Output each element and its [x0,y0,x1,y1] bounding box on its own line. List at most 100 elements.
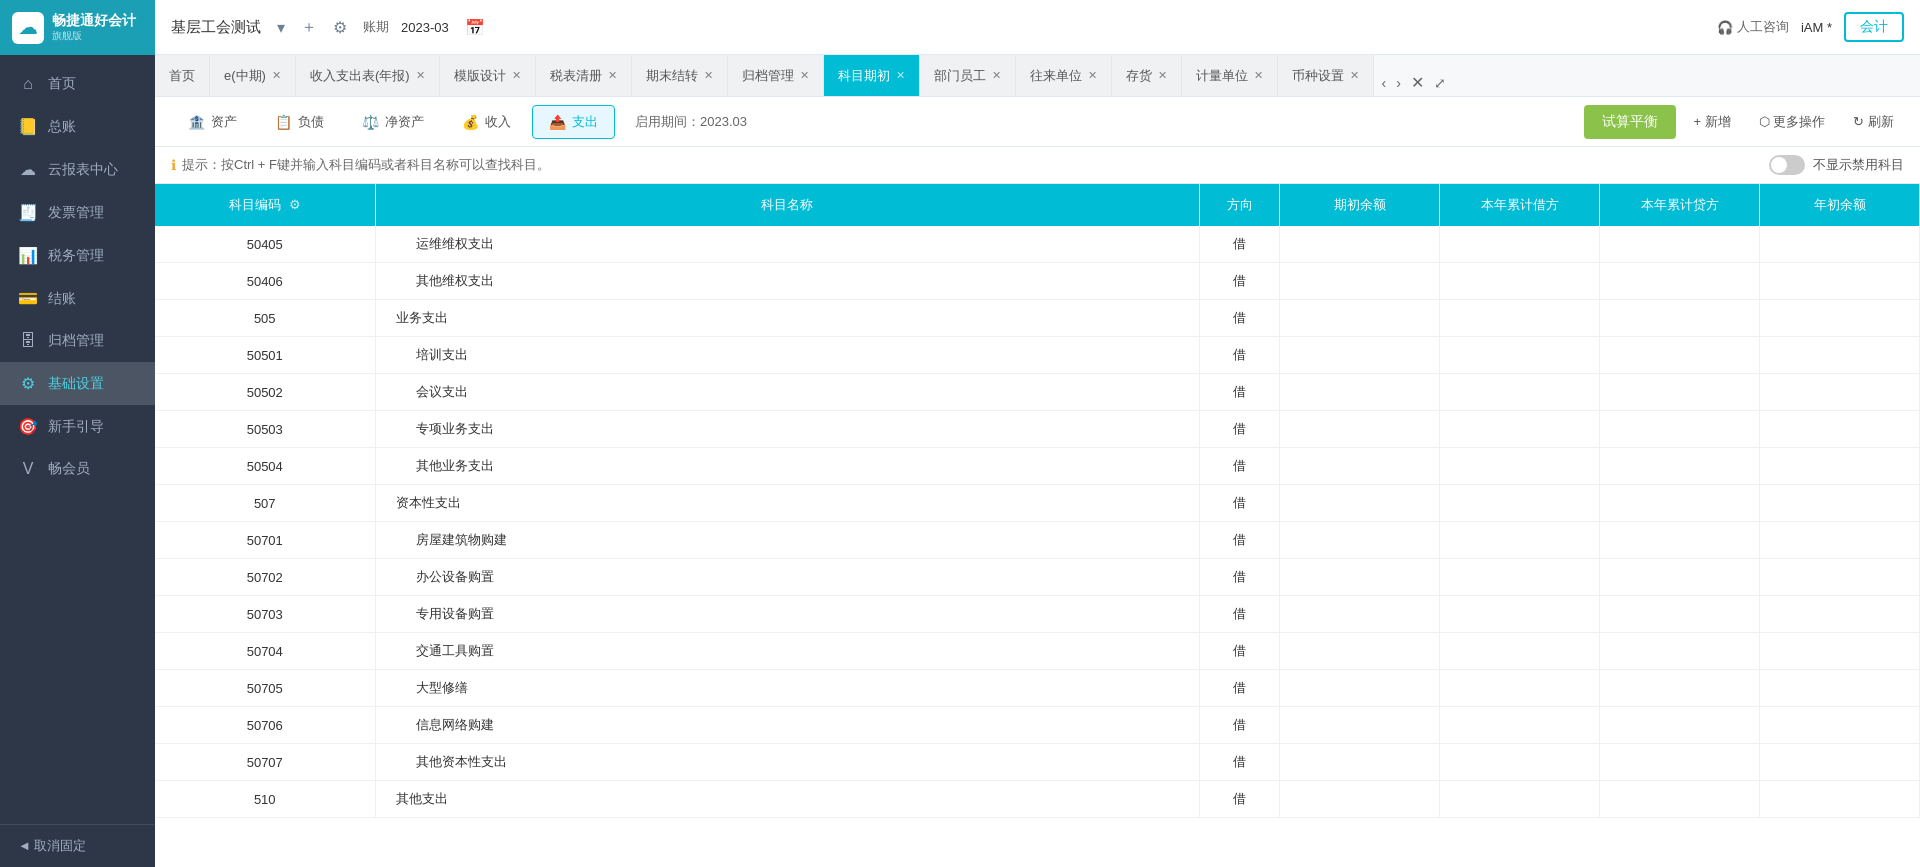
cell-direction: 借 [1200,633,1280,670]
tab-close-icon[interactable]: ✕ [1158,69,1167,82]
sub-tab-收入[interactable]: 💰 收入 [445,105,528,139]
table-container[interactable]: 科目编码 ⚙ 科目名称 方向 期初余额 本年累计借方 本年累计贷方 年初余额 5… [155,184,1920,867]
tab-收入支出表(年报)[interactable]: 收入支出表(年报)✕ [296,55,440,96]
table-row[interactable]: 50705大型修缮借 [155,670,1920,707]
nav-label: 发票管理 [48,204,104,222]
tab-e(中期)[interactable]: e(中期)✕ [210,55,296,96]
sidebar-item-首页[interactable]: ⌂ 首页 [0,63,155,105]
tab-close-icon[interactable]: ✕ [704,69,713,82]
sidebar-item-新手引导[interactable]: 🎯 新手引导 [0,405,155,448]
toggle-track[interactable] [1769,155,1805,175]
tab-首页[interactable]: 首页 [155,55,210,96]
settings-btn[interactable]: ⚙ [329,14,351,41]
more-btn[interactable]: ⬡ 更多操作 [1749,107,1836,137]
tab-期末结转[interactable]: 期末结转✕ [632,55,728,96]
tab-close-icon[interactable]: ✕ [272,69,281,82]
cell-year-opening [1760,226,1920,263]
tab-close-icon[interactable]: ✕ [1350,69,1359,82]
tab-close-icon[interactable]: ✕ [800,69,809,82]
cell-year-opening [1760,522,1920,559]
table-row[interactable]: 50504其他业务支出借 [155,448,1920,485]
tab-scroll-right[interactable]: › [1392,71,1405,95]
table-row[interactable]: 505业务支出借 [155,300,1920,337]
table-row[interactable]: 510其他支出借 [155,781,1920,818]
sidebar-item-税务管理[interactable]: 📊 税务管理 [0,234,155,277]
sub-tab-icon: 🏦 [188,114,205,130]
cell-direction: 借 [1200,670,1280,707]
tab-close-icon[interactable]: ✕ [1254,69,1263,82]
dropdown-btn[interactable]: ▾ [273,14,289,41]
cell-name: 运维维权支出 [375,226,1200,263]
tab-币种设置[interactable]: 币种设置✕ [1278,55,1374,96]
tab-模版设计[interactable]: 模版设计✕ [440,55,536,96]
calendar-btn[interactable]: 📅 [461,14,489,41]
tab-scroll-left[interactable]: ‹ [1378,71,1391,95]
table-row[interactable]: 50702办公设备购置借 [155,559,1920,596]
table-row[interactable]: 50706信息网络购建借 [155,707,1920,744]
add-tab-btn[interactable]: ＋ [297,13,321,42]
sub-tab-资产[interactable]: 🏦 资产 [171,105,254,139]
tab-close-all[interactable]: ✕ [1407,69,1428,96]
table-row[interactable]: 50701房屋建筑物购建借 [155,522,1920,559]
sidebar-footer[interactable]: ◄ 取消固定 [0,824,155,867]
tab-归档管理[interactable]: 归档管理✕ [728,55,824,96]
cell-ytd-credit [1600,300,1760,337]
col-header-ytd-debit: 本年累计借方 [1440,184,1600,226]
header-right: 🎧 人工咨询 iAM * 会计 [1717,12,1904,42]
help-btn[interactable]: 🎧 人工咨询 [1717,18,1789,36]
sidebar-item-云报表中心[interactable]: ☁ 云报表中心 [0,148,155,191]
tab-往来单位[interactable]: 往来单位✕ [1016,55,1112,96]
tab-expand[interactable]: ⤢ [1430,71,1450,95]
cell-direction: 借 [1200,300,1280,337]
table-row[interactable]: 507资本性支出借 [155,485,1920,522]
tab-close-icon[interactable]: ✕ [992,69,1001,82]
sub-tab-负债[interactable]: 📋 负债 [258,105,341,139]
table-row[interactable]: 50703专用设备购置借 [155,596,1920,633]
cell-ytd-credit [1600,337,1760,374]
sub-tab-label: 资产 [211,113,237,131]
table-row[interactable]: 50503专项业务支出借 [155,411,1920,448]
tab-计量单位[interactable]: 计量单位✕ [1182,55,1278,96]
cell-year-opening [1760,744,1920,781]
table-row[interactable]: 50704交通工具购置借 [155,633,1920,670]
table-row[interactable]: 50502会议支出借 [155,374,1920,411]
table-row[interactable]: 50406其他维权支出借 [155,263,1920,300]
cell-direction: 借 [1200,411,1280,448]
tab-部门员工[interactable]: 部门员工✕ [920,55,1016,96]
cell-code: 50702 [155,559,375,596]
cell-direction: 借 [1200,707,1280,744]
cell-ytd-credit [1600,633,1760,670]
sidebar-item-基础设置[interactable]: ⚙ 基础设置 [0,362,155,405]
tab-label: 科目期初 [838,67,890,85]
table-row[interactable]: 50707其他资本性支出借 [155,744,1920,781]
tab-close-icon[interactable]: ✕ [608,69,617,82]
tab-close-icon[interactable]: ✕ [416,69,425,82]
sidebar-item-结账[interactable]: 💳 结账 [0,277,155,320]
table-row[interactable]: 50501培训支出借 [155,337,1920,374]
cell-opening-balance [1280,448,1440,485]
toggle-switch[interactable]: 不显示禁用科目 [1769,155,1904,175]
sidebar-item-归档管理[interactable]: 🗄 归档管理 [0,320,155,362]
sub-tab-支出[interactable]: 📤 支出 [532,105,615,139]
refresh-btn[interactable]: ↻ 刷新 [1843,107,1904,137]
sub-tab-icon: 📤 [549,114,566,130]
calculate-btn[interactable]: 试算平衡 [1584,105,1676,139]
tab-close-icon[interactable]: ✕ [512,69,521,82]
gear-icon[interactable]: ⚙ [289,197,301,212]
add-btn[interactable]: + 新增 [1684,107,1741,137]
tab-科目期初[interactable]: 科目期初 ✕ [824,55,920,96]
tab-close-icon[interactable]: ✕ [896,69,905,82]
tab-存货[interactable]: 存货✕ [1112,55,1182,96]
cell-ytd-debit [1440,744,1600,781]
sidebar-item-畅会员[interactable]: V 畅会员 [0,448,155,490]
cell-ytd-debit [1440,596,1600,633]
sidebar-item-总账[interactable]: 📒 总账 [0,105,155,148]
tab-close-icon[interactable]: ✕ [1088,69,1097,82]
tab-税表清册[interactable]: 税表清册✕ [536,55,632,96]
sub-tab-净资产[interactable]: ⚖️ 净资产 [345,105,441,139]
account-btn[interactable]: 会计 [1844,12,1904,42]
nav-label: 总账 [48,118,76,136]
cell-code: 50502 [155,374,375,411]
table-row[interactable]: 50405运维维权支出借 [155,226,1920,263]
sidebar-item-发票管理[interactable]: 🧾 发票管理 [0,191,155,234]
